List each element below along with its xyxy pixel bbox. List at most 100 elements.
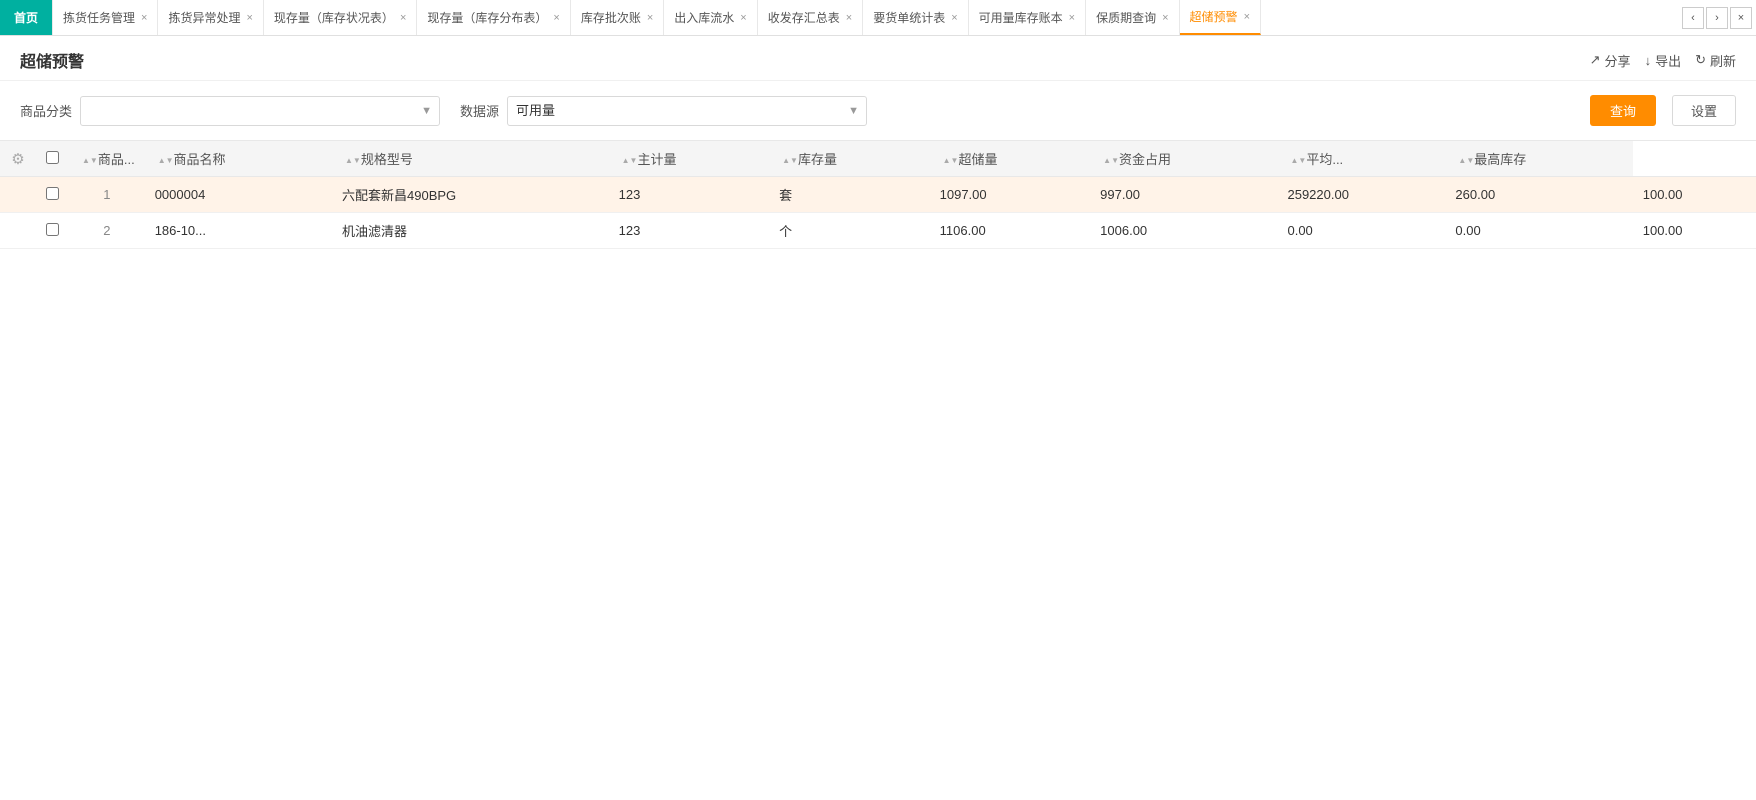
col-maxstock-header: ▲▼最高库存	[1445, 141, 1632, 177]
tab-label: 收发存汇总表	[768, 9, 840, 26]
page-title: 超储预警	[20, 48, 84, 72]
page-content: 超储预警 ↗ 分享 ↓ 导出 ↻ 刷新 商品分类 ▼	[0, 36, 1756, 800]
tab-label: 可用量库存账本	[979, 9, 1063, 26]
row-stock: 1097.00	[930, 177, 1091, 213]
row-stock: 1106.00	[930, 213, 1091, 249]
tab-close-icon[interactable]: ×	[1244, 11, 1250, 23]
row-num: 2	[69, 213, 145, 249]
settings-button[interactable]: 设置	[1672, 95, 1736, 126]
tab-close-icon[interactable]: ×	[951, 12, 957, 24]
col-name-header: ▲▼商品名称	[145, 141, 332, 177]
tab-label: 出入库流水	[674, 9, 734, 26]
row-unit: 套	[769, 177, 930, 213]
home-tab[interactable]: 首页	[0, 0, 53, 35]
tab-close-icon[interactable]: ×	[1162, 12, 1168, 24]
sort-icon: ▲▼	[1103, 157, 1119, 165]
nav-arrows: ‹ › ×	[1678, 7, 1756, 29]
sort-icon: ▲▼	[943, 157, 959, 165]
tab-close-icon[interactable]: ×	[846, 12, 852, 24]
col-avg-header: ▲▼平均...	[1277, 141, 1445, 177]
refresh-icon: ↻	[1695, 52, 1706, 68]
category-filter: 商品分类 ▼	[20, 96, 440, 126]
row-checkbox[interactable]	[46, 223, 59, 236]
category-label: 商品分类	[20, 101, 72, 120]
tab-tab5[interactable]: 库存批次账 ×	[571, 0, 664, 35]
tab-close-icon[interactable]: ×	[553, 12, 559, 24]
share-button[interactable]: ↗ 分享	[1590, 51, 1631, 70]
nav-close-arrow[interactable]: ×	[1730, 7, 1752, 29]
sort-icon: ▲▼	[158, 157, 174, 165]
sort-icon: ▲▼	[345, 157, 361, 165]
tab-tab3[interactable]: 现存量（库存状况表） ×	[264, 0, 417, 35]
col-check-header	[36, 141, 69, 177]
tab-tab7[interactable]: 收发存汇总表 ×	[758, 0, 863, 35]
datasource-select-wrap: 可用量 ▼	[507, 96, 867, 126]
tab-close-icon[interactable]: ×	[246, 12, 252, 24]
query-button[interactable]: 查询	[1590, 95, 1656, 126]
row-avg: 0.00	[1445, 213, 1632, 249]
home-label: 首页	[14, 9, 38, 26]
row-name: 机油滤清器	[332, 213, 609, 249]
tab-tab2[interactable]: 拣货异常处理 ×	[158, 0, 263, 35]
tab-label: 拣货异常处理	[168, 9, 240, 26]
col-spec-header: ▲▼规格型号	[332, 141, 609, 177]
col-unit-header: ▲▼主计量	[609, 141, 770, 177]
sort-icon: ▲▼	[622, 157, 638, 165]
row-maxstock: 100.00	[1633, 177, 1756, 213]
tab-label: 保质期查询	[1096, 9, 1156, 26]
row-overstock: 997.00	[1090, 177, 1277, 213]
table-gear-icon[interactable]: ⚙	[11, 151, 24, 168]
nav-right-arrow[interactable]: ›	[1706, 7, 1728, 29]
category-select-wrap: ▼	[80, 96, 440, 126]
row-checkbox[interactable]	[46, 187, 59, 200]
share-label: 分享	[1605, 51, 1631, 70]
data-table: ⚙ ▲▼商品... ▲▼商品名称 ▲▼规格型号 ▲▼主计量	[0, 140, 1756, 249]
row-capital: 0.00	[1277, 213, 1445, 249]
tab-label: 现存量（库存状况表）	[274, 9, 394, 26]
row-name: 六配套新昌490BPG	[332, 177, 609, 213]
sort-icon: ▲▼	[782, 157, 798, 165]
row-unit: 个	[769, 213, 930, 249]
nav-left-arrow[interactable]: ‹	[1682, 7, 1704, 29]
sort-icon: ▲▼	[1458, 157, 1474, 165]
tab-label: 库存批次账	[581, 9, 641, 26]
tab-label: 拣货任务管理	[63, 9, 135, 26]
row-gear-cell	[0, 213, 36, 249]
tab-close-icon[interactable]: ×	[647, 12, 653, 24]
export-button[interactable]: ↓ 导出	[1645, 51, 1682, 70]
sort-icon: ▲▼	[1290, 157, 1306, 165]
row-code: 0000004	[145, 177, 332, 213]
sort-icon: ▲▼	[82, 157, 98, 165]
table-header-row: ⚙ ▲▼商品... ▲▼商品名称 ▲▼规格型号 ▲▼主计量	[0, 141, 1756, 177]
export-label: 导出	[1655, 51, 1681, 70]
tab-close-icon[interactable]: ×	[740, 12, 746, 24]
tab-label: 超储预警	[1190, 8, 1238, 25]
tab-tab9[interactable]: 可用量库存账本 ×	[969, 0, 1086, 35]
tab-tab6[interactable]: 出入库流水 ×	[664, 0, 757, 35]
row-maxstock: 100.00	[1633, 213, 1756, 249]
tab-tab10[interactable]: 保质期查询 ×	[1086, 0, 1179, 35]
datasource-select[interactable]: 可用量	[507, 96, 867, 126]
row-gear-cell	[0, 177, 36, 213]
tab-close-icon[interactable]: ×	[400, 12, 406, 24]
row-overstock: 1006.00	[1090, 213, 1277, 249]
tab-tab8[interactable]: 要货单统计表 ×	[863, 0, 968, 35]
row-checkbox-cell	[36, 177, 69, 213]
table-row: 2 186-10... 机油滤清器 123 个 1106.00 1006.00 …	[0, 213, 1756, 249]
tab-tab4[interactable]: 现存量（库存分布表）×	[417, 0, 570, 35]
row-spec: 123	[609, 177, 770, 213]
filter-bar: 商品分类 ▼ 数据源 可用量 ▼ 查询 设置	[0, 81, 1756, 140]
tab-tab11[interactable]: 超储预警 ×	[1180, 0, 1261, 35]
tab-close-icon[interactable]: ×	[141, 12, 147, 24]
tab-label: 要货单统计表	[873, 9, 945, 26]
refresh-button[interactable]: ↻ 刷新	[1695, 51, 1736, 70]
select-all-checkbox[interactable]	[46, 151, 59, 164]
row-code: 186-10...	[145, 213, 332, 249]
col-code-header: ▲▼商品...	[69, 141, 145, 177]
category-select[interactable]	[80, 96, 440, 126]
tab-close-icon[interactable]: ×	[1069, 12, 1075, 24]
datasource-filter: 数据源 可用量 ▼	[460, 96, 867, 126]
export-icon: ↓	[1645, 53, 1652, 68]
tab-tab1[interactable]: 拣货任务管理 ×	[53, 0, 158, 35]
table-wrap: ⚙ ▲▼商品... ▲▼商品名称 ▲▼规格型号 ▲▼主计量	[0, 140, 1756, 249]
